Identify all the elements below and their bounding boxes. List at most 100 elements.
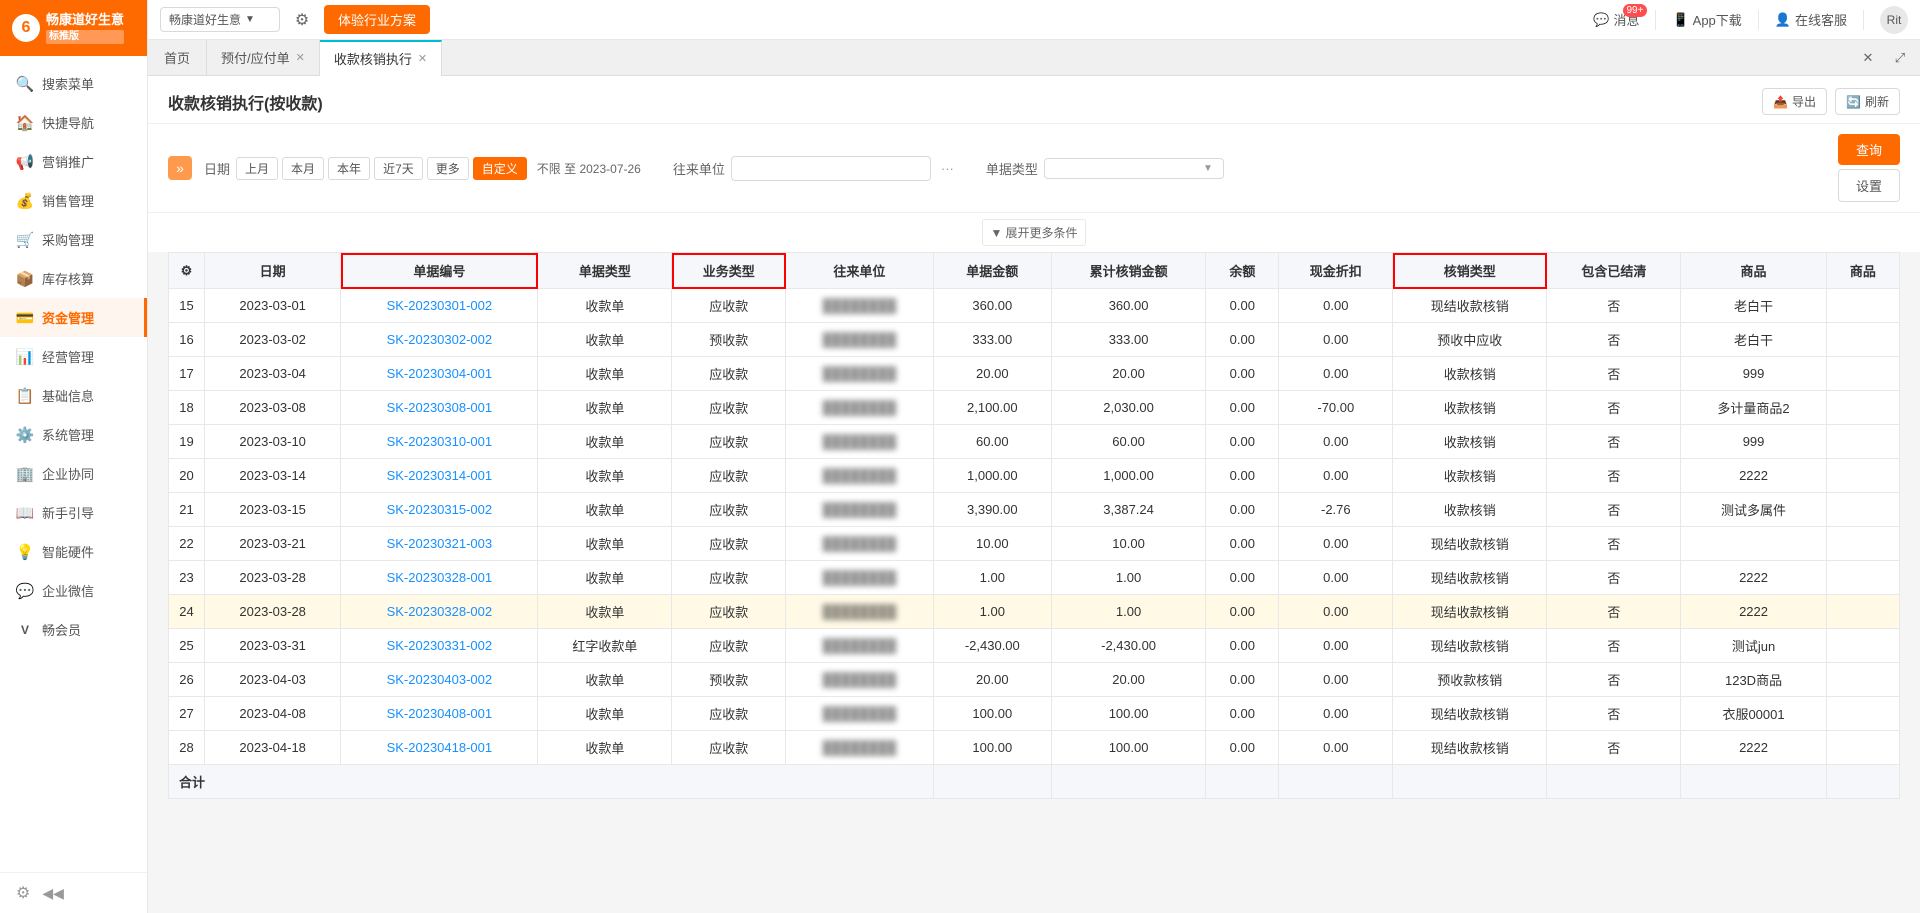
total-discount <box>1279 765 1393 799</box>
online-service-btn[interactable]: 👤 在线客服 <box>1775 10 1847 29</box>
cell-partner: ████████ <box>786 527 934 561</box>
cell-docno[interactable]: SK-20230331-002 <box>341 629 538 663</box>
cell-canceltype: 现结收款核销 <box>1393 595 1547 629</box>
sidebar-item-label: 经营管理 <box>42 347 94 366</box>
cell-discount: 0.00 <box>1279 697 1393 731</box>
cell-acc-amount: 1.00 <box>1051 561 1205 595</box>
sidebar-item-operations[interactable]: 📊 经营管理 <box>0 337 147 376</box>
cell-docno[interactable]: SK-20230310-001 <box>341 425 538 459</box>
messages-badge: 99+ <box>1623 4 1648 17</box>
cell-goods2 <box>1826 561 1899 595</box>
sidebar-item-member[interactable]: V 畅会员 <box>0 610 147 649</box>
tab-collection[interactable]: 收款核销执行 ✕ <box>320 40 442 76</box>
doc-link[interactable]: SK-20230308-001 <box>387 400 493 415</box>
custom-date-btn[interactable]: 自定义 <box>473 157 527 180</box>
cell-docno[interactable]: SK-20230304-001 <box>341 357 538 391</box>
sidebar-item-guide[interactable]: 📖 新手引导 <box>0 493 147 532</box>
this-month-btn[interactable]: 本月 <box>282 157 324 180</box>
cell-docno[interactable]: SK-20230328-002 <box>341 595 538 629</box>
chevron-down-icon: ▼ <box>1203 163 1213 174</box>
sidebar-item-finance[interactable]: 💳 资金管理 <box>0 298 147 337</box>
sidebar-item-inventory[interactable]: 📦 库存核算 <box>0 259 147 298</box>
doc-link[interactable]: SK-20230403-002 <box>387 672 493 687</box>
doc-link[interactable]: SK-20230310-001 <box>387 434 493 449</box>
sidebar-item-purchase[interactable]: 🛒 采购管理 <box>0 220 147 259</box>
cell-balance: 0.00 <box>1206 629 1279 663</box>
collapse-icon[interactable]: ◀◀ <box>42 885 64 902</box>
more-date-btn[interactable]: 更多 <box>427 157 469 180</box>
settings-gear-icon[interactable]: ⚙ <box>288 6 316 34</box>
col-header-goods2: 商品 <box>1826 253 1899 289</box>
tab-home[interactable]: 首页 <box>148 40 207 76</box>
cell-docno[interactable]: SK-20230321-003 <box>341 527 538 561</box>
member-icon: V <box>16 621 34 639</box>
tab-collection-close[interactable]: ✕ <box>418 52 427 65</box>
maximize-btn[interactable]: ⤢ <box>1888 46 1912 70</box>
doc-link[interactable]: SK-20230331-002 <box>387 638 493 653</box>
user-avatar[interactable]: Rit <box>1880 6 1908 34</box>
doc-link[interactable]: SK-20230328-001 <box>387 570 493 585</box>
cell-docno[interactable]: SK-20230314-001 <box>341 459 538 493</box>
last-month-btn[interactable]: 上月 <box>236 157 278 180</box>
data-table: ⚙ 日期 单据编号 单据类型 业务类型 往来单位 单据金额 累计核销金额 余额 … <box>168 252 1900 799</box>
doc-link[interactable]: SK-20230408-001 <box>387 706 493 721</box>
sidebar-item-marketing[interactable]: 📢 营销推广 <box>0 142 147 181</box>
tab-prepay-close[interactable]: ✕ <box>296 51 305 64</box>
messages-btn[interactable]: 💬 消息 99+ <box>1593 10 1639 29</box>
doctype-select[interactable]: ▼ <box>1044 158 1224 179</box>
filter-partner-item: 往来单位 ··· <box>673 156 954 181</box>
cell-docno[interactable]: SK-20230302-002 <box>341 323 538 357</box>
enterprise-icon: 🏢 <box>16 465 34 483</box>
cell-amount: 100.00 <box>933 697 1051 731</box>
cell-docno[interactable]: SK-20230328-001 <box>341 561 538 595</box>
solution-btn[interactable]: 体验行业方案 <box>324 5 430 34</box>
cell-included: 否 <box>1547 323 1681 357</box>
query-btn[interactable]: 查询 <box>1838 134 1900 165</box>
close-window-btn[interactable]: ✕ <box>1856 46 1880 70</box>
cell-docno[interactable]: SK-20230301-002 <box>341 289 538 323</box>
cell-docno[interactable]: SK-20230308-001 <box>341 391 538 425</box>
cell-docno[interactable]: SK-20230408-001 <box>341 697 538 731</box>
wechat-icon: 💬 <box>16 582 34 600</box>
doc-link[interactable]: SK-20230328-002 <box>387 604 493 619</box>
cell-canceltype: 预收款核销 <box>1393 663 1547 697</box>
refresh-btn[interactable]: 🔄 刷新 <box>1835 88 1900 115</box>
workspace-dropdown[interactable]: 畅康道好生意 ▼ <box>160 7 280 32</box>
filter-settings-btn[interactable]: 设置 <box>1838 169 1900 202</box>
cell-included: 否 <box>1547 731 1681 765</box>
export-btn[interactable]: 📤 导出 <box>1762 88 1827 115</box>
col-header-settings[interactable]: ⚙ <box>169 253 205 289</box>
cell-no: 24 <box>169 595 205 629</box>
sidebar-item-sales[interactable]: 💰 销售管理 <box>0 181 147 220</box>
sidebar-item-search[interactable]: 🔍 搜索菜单 <box>0 64 147 103</box>
sidebar-item-basic[interactable]: 📋 基础信息 <box>0 376 147 415</box>
cell-docno[interactable]: SK-20230403-002 <box>341 663 538 697</box>
last-7days-btn[interactable]: 近7天 <box>374 157 423 180</box>
doc-link[interactable]: SK-20230314-001 <box>387 468 493 483</box>
cell-balance: 0.00 <box>1206 391 1279 425</box>
cell-amount: 1.00 <box>933 561 1051 595</box>
this-year-btn[interactable]: 本年 <box>328 157 370 180</box>
sidebar-item-enterprise[interactable]: 🏢 企业协同 <box>0 454 147 493</box>
sidebar-item-wechat[interactable]: 💬 企业微信 <box>0 571 147 610</box>
doc-link[interactable]: SK-20230418-001 <box>387 740 493 755</box>
col-settings-icon[interactable]: ⚙ <box>181 263 193 278</box>
partner-input[interactable] <box>731 156 931 181</box>
sidebar-item-hardware[interactable]: 💡 智能硬件 <box>0 532 147 571</box>
sidebar-item-quicknav[interactable]: 🏠 快捷导航 <box>0 103 147 142</box>
doc-link[interactable]: SK-20230321-003 <box>387 536 493 551</box>
tab-prepay[interactable]: 预付/应付单 ✕ <box>207 40 320 76</box>
settings-icon[interactable]: ⚙ <box>16 883 30 903</box>
cell-partner: ████████ <box>786 731 934 765</box>
sidebar-item-system[interactable]: ⚙️ 系统管理 <box>0 415 147 454</box>
doc-link[interactable]: SK-20230302-002 <box>387 332 493 347</box>
table-area[interactable]: ⚙ 日期 单据编号 单据类型 业务类型 往来单位 单据金额 累计核销金额 余额 … <box>148 252 1920 913</box>
app-download-btn[interactable]: 📱 App下载 <box>1672 10 1741 29</box>
doc-link[interactable]: SK-20230304-001 <box>387 366 493 381</box>
cell-docno[interactable]: SK-20230315-002 <box>341 493 538 527</box>
cell-docno[interactable]: SK-20230418-001 <box>341 731 538 765</box>
doc-link[interactable]: SK-20230301-002 <box>387 298 493 313</box>
doc-link[interactable]: SK-20230315-002 <box>387 502 493 517</box>
expand-more-btn[interactable]: ▼ 展开更多条件 <box>982 219 1087 246</box>
filter-collapse-btn[interactable]: » <box>168 156 192 180</box>
